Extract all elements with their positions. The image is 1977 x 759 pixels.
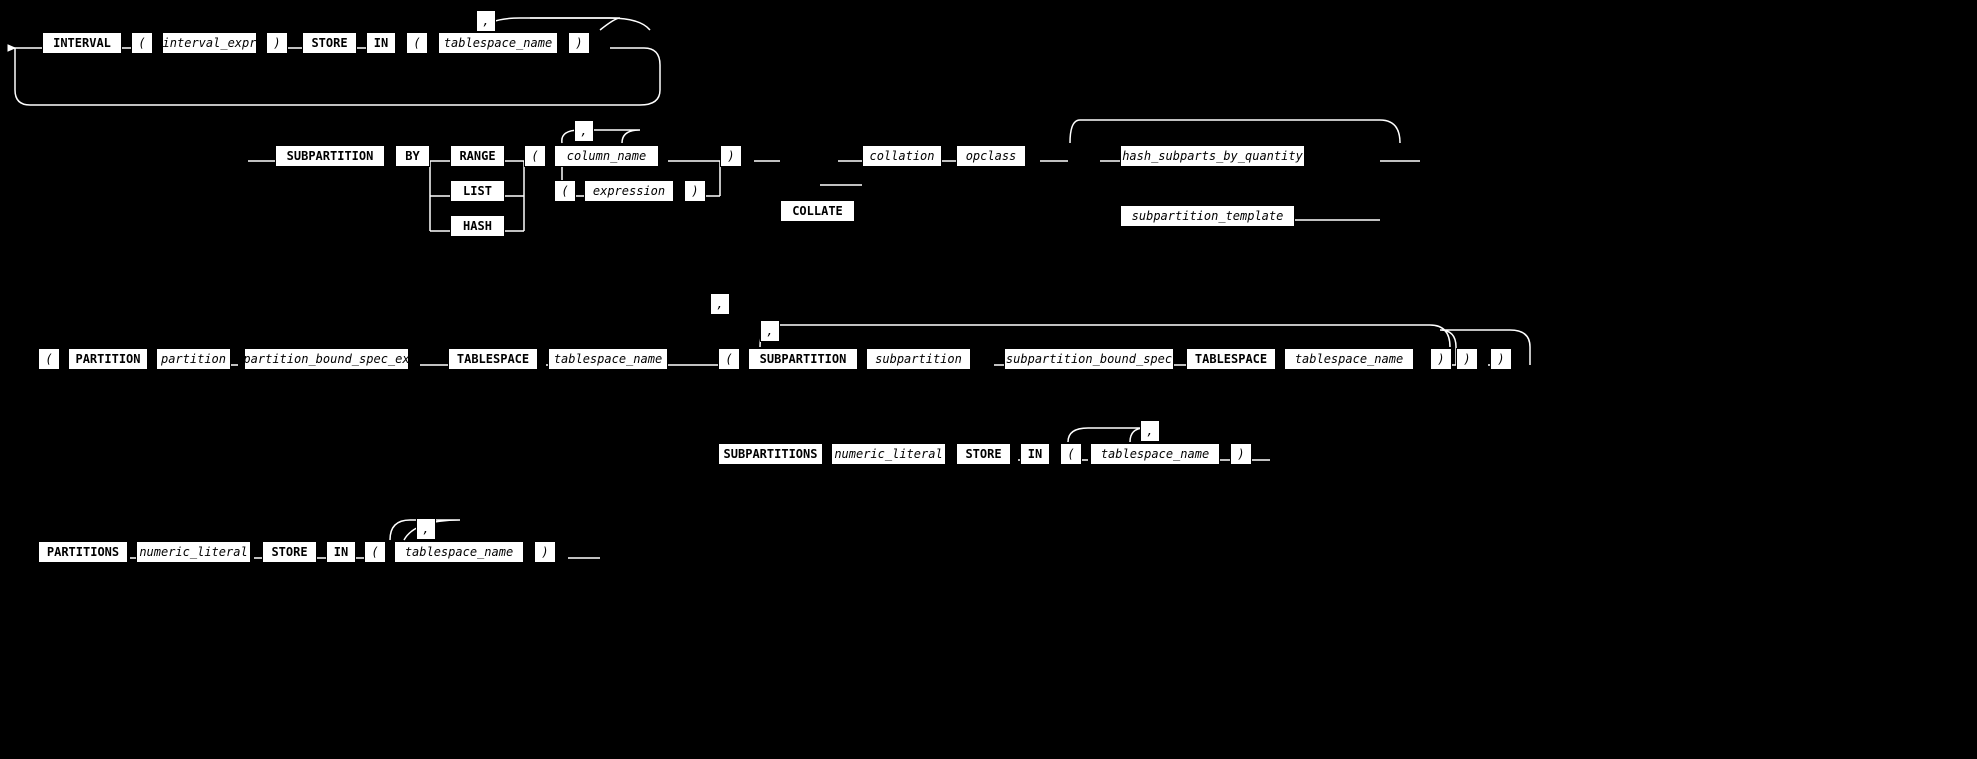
tablespace-name-1: tablespace_name (438, 32, 558, 54)
collation-token: collation (862, 145, 942, 167)
comma-loop-1: , (476, 10, 496, 32)
paren-close-3: ) (720, 145, 742, 167)
column-name-token: column_name (554, 145, 659, 167)
paren-close-4: ) (684, 180, 706, 202)
partition-bound-token: partition_bound_spec_ex (244, 348, 409, 370)
comma-loop-2: , (574, 120, 594, 142)
store-token-1: STORE (302, 32, 357, 54)
in-token-3: IN (326, 541, 356, 563)
paren-close-1: ) (266, 32, 288, 54)
collate-token: COLLATE (780, 200, 855, 222)
connector-lines (0, 0, 1977, 759)
paren-open-8: ( (364, 541, 386, 563)
paren-open-6: ( (718, 348, 740, 370)
paren-close-2: ) (568, 32, 590, 54)
interval-token: INTERVAL (42, 32, 122, 54)
opclass-token: opclass (956, 145, 1026, 167)
subpartitions-kw-token: SUBPARTITIONS (718, 443, 823, 465)
expression-token: expression (584, 180, 674, 202)
numeric-literal-2: numeric_literal (136, 541, 251, 563)
paren-open-3: ( (524, 145, 546, 167)
list-token: LIST (450, 180, 505, 202)
paren-close-7: ) (1230, 443, 1252, 465)
tablespace-kw-2: TABLESPACE (448, 348, 538, 370)
in-token-2: IN (1020, 443, 1050, 465)
comma-loop-4: , (760, 320, 780, 342)
partition-kw-token: PARTITION (68, 348, 148, 370)
paren-close-outer: ) (1490, 348, 1512, 370)
paren-open-4: ( (554, 180, 576, 202)
tablespace-name-5: tablespace_name (394, 541, 524, 563)
subpartition-token-1: SUBPARTITION (275, 145, 385, 167)
paren-open-1: ( (131, 32, 153, 54)
tablespace-name-4: tablespace_name (1090, 443, 1220, 465)
partition-name-token: partition (156, 348, 231, 370)
paren-close-6: ) (1430, 348, 1452, 370)
subpartition-bound-token: subpartition_bound_spec (1004, 348, 1174, 370)
store-token-3: STORE (262, 541, 317, 563)
syntax-diagram: INTERVAL ( interval_expr ) STORE IN ( , … (0, 0, 1977, 759)
store-token-2: STORE (956, 443, 1011, 465)
hash-token: HASH (450, 215, 505, 237)
comma-loop-6: , (416, 518, 436, 540)
subpartition-name-token: subpartition (866, 348, 971, 370)
range-token: RANGE (450, 145, 505, 167)
subpartition-template-token: subpartition_template (1120, 205, 1295, 227)
tablespace-kw-3: TABLESPACE (1186, 348, 1276, 370)
in-token-1: IN (366, 32, 396, 54)
paren-open-5: ( (38, 348, 60, 370)
tablespace-name-2: tablespace_name (548, 348, 668, 370)
by-token: BY (395, 145, 430, 167)
interval-expr-token: interval_expr (162, 32, 257, 54)
hash-subparts-token: hash_subparts_by_quantity (1120, 145, 1305, 167)
partitions-kw-token: PARTITIONS (38, 541, 128, 563)
paren-open-7: ( (1060, 443, 1082, 465)
paren-close-8: ) (534, 541, 556, 563)
paren-open-2: ( (406, 32, 428, 54)
subpartition-kw-token: SUBPARTITION (748, 348, 858, 370)
comma-loop-3: , (710, 293, 730, 315)
numeric-literal-1: numeric_literal (831, 443, 946, 465)
tablespace-name-3: tablespace_name (1284, 348, 1414, 370)
comma-loop-5: , (1140, 420, 1160, 442)
paren-close-5: ) (1456, 348, 1478, 370)
